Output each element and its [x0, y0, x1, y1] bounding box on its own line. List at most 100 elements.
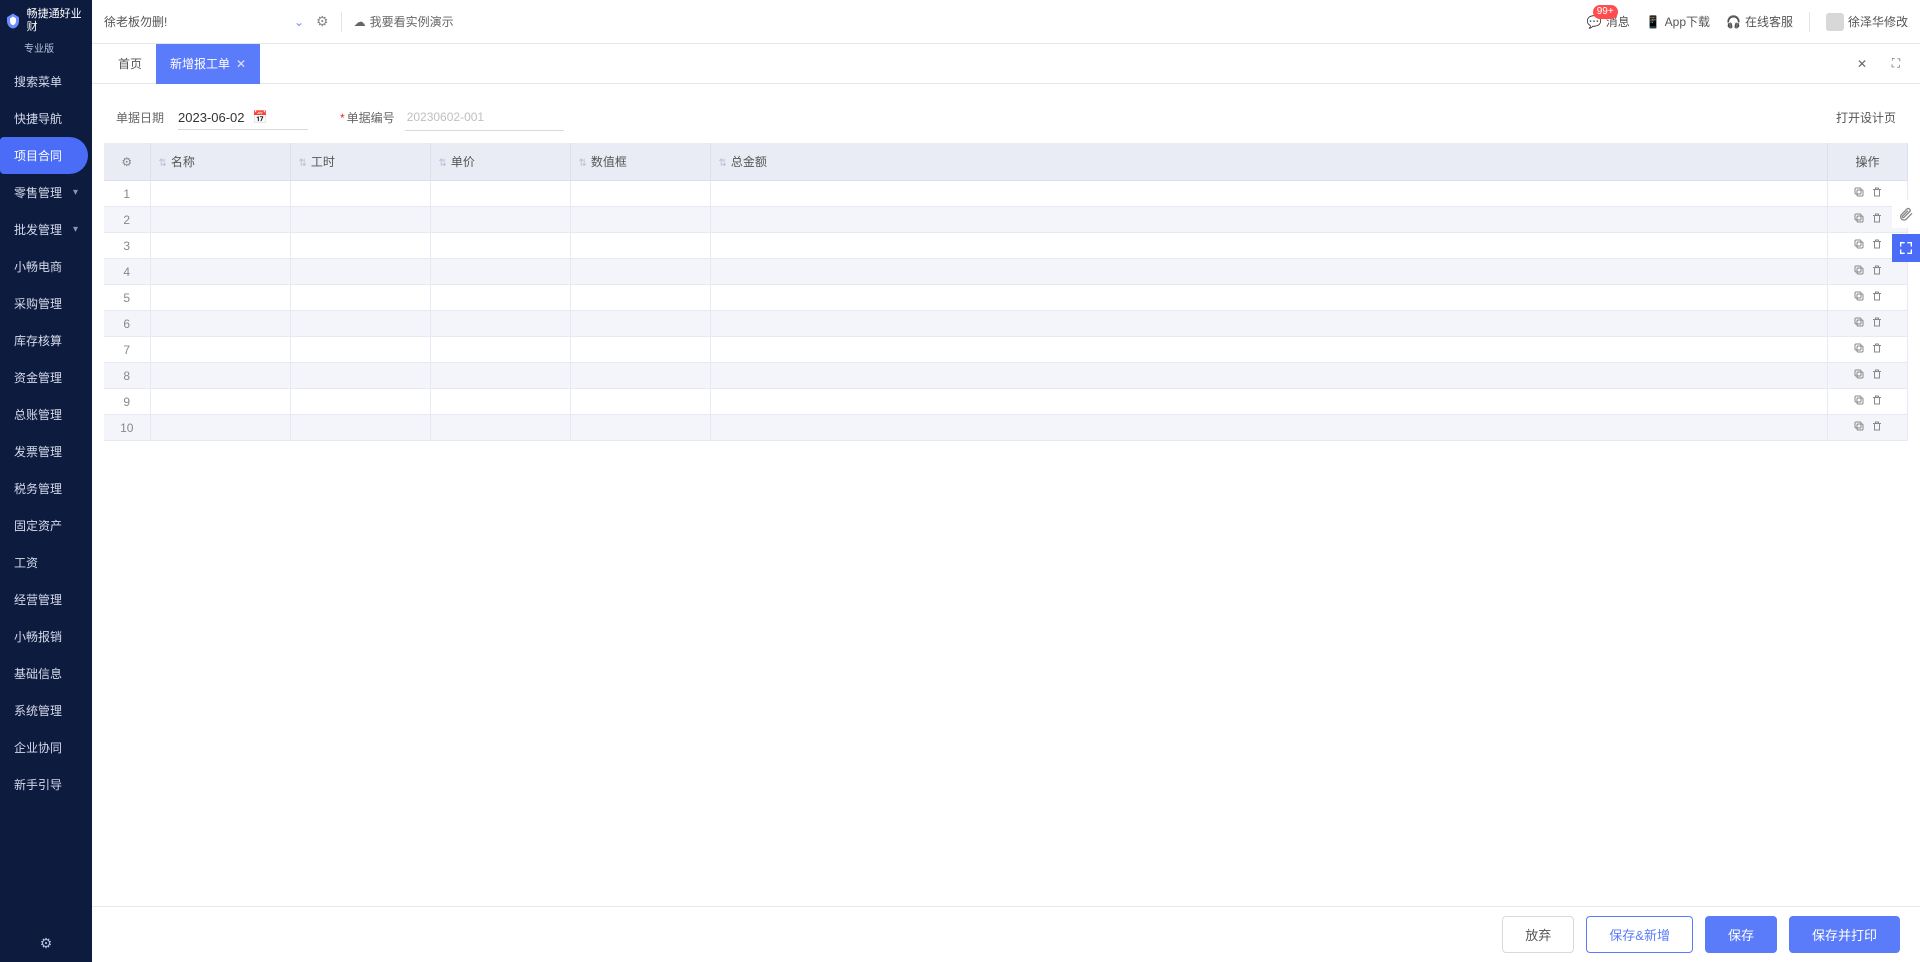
sidebar-item-12[interactable]: 固定资产 — [0, 507, 92, 544]
cell[interactable] — [290, 233, 430, 259]
cell[interactable] — [430, 337, 570, 363]
fullscreen-button[interactable]: ⛶ — [1884, 52, 1908, 76]
sidebar-settings-icon[interactable]: ⚙ — [40, 935, 53, 951]
cell[interactable] — [710, 415, 1828, 441]
cell[interactable] — [710, 207, 1828, 233]
cell[interactable] — [290, 363, 430, 389]
cell[interactable] — [150, 415, 290, 441]
delete-row-icon[interactable] — [1871, 213, 1883, 227]
sidebar-item-15[interactable]: 小畅报销 — [0, 618, 92, 655]
delete-row-icon[interactable] — [1871, 239, 1883, 253]
copy-row-icon[interactable] — [1853, 317, 1865, 331]
copy-row-icon[interactable] — [1853, 369, 1865, 383]
cell[interactable] — [710, 389, 1828, 415]
delete-row-icon[interactable] — [1871, 395, 1883, 409]
cell[interactable] — [570, 207, 710, 233]
table-row[interactable]: 9 — [104, 389, 1908, 415]
tenant-settings-icon[interactable]: ⚙ — [316, 13, 329, 30]
sidebar-item-4[interactable]: 批发管理▾ — [0, 211, 92, 248]
save-and-print-button[interactable]: 保存并打印 — [1789, 916, 1900, 953]
delete-row-icon[interactable] — [1871, 317, 1883, 331]
messages-button[interactable]: 99+ 💬 消息 — [1587, 13, 1630, 30]
table-row[interactable]: 6 — [104, 311, 1908, 337]
cell[interactable] — [290, 285, 430, 311]
tenant-selector[interactable]: 徐老板勿删! ⌄ — [104, 13, 304, 30]
user-menu[interactable]: 徐泽华修改 — [1826, 13, 1908, 31]
sidebar-item-17[interactable]: 系统管理 — [0, 692, 92, 729]
cell[interactable] — [570, 311, 710, 337]
cell[interactable] — [150, 181, 290, 207]
copy-row-icon[interactable] — [1853, 395, 1865, 409]
sidebar-item-10[interactable]: 发票管理 — [0, 433, 92, 470]
cell[interactable] — [150, 285, 290, 311]
open-design-link[interactable]: 打开设计页 — [1836, 109, 1896, 126]
date-input[interactable]: 2023-06-02 📅 — [178, 106, 308, 130]
cell[interactable] — [150, 389, 290, 415]
tab-new-worksheet[interactable]: 新增报工单 ✕ — [156, 44, 260, 84]
cell[interactable] — [430, 363, 570, 389]
delete-row-icon[interactable] — [1871, 265, 1883, 279]
col-num[interactable]: ⇅数值框 — [570, 143, 710, 181]
doc-number-input[interactable] — [405, 104, 564, 131]
cell[interactable] — [570, 363, 710, 389]
cell[interactable] — [710, 233, 1828, 259]
delete-row-icon[interactable] — [1871, 343, 1883, 357]
table-row[interactable]: 3 — [104, 233, 1908, 259]
copy-row-icon[interactable] — [1853, 421, 1865, 435]
table-row[interactable]: 5 — [104, 285, 1908, 311]
delete-row-icon[interactable] — [1871, 291, 1883, 305]
cell[interactable] — [570, 389, 710, 415]
view-demo-link[interactable]: ☁ 我要看实例演示 — [354, 13, 454, 30]
table-row[interactable]: 1 — [104, 181, 1908, 207]
col-total[interactable]: ⇅总金额 — [710, 143, 1828, 181]
cell[interactable] — [710, 259, 1828, 285]
sidebar-item-3[interactable]: 零售管理▾ — [0, 174, 92, 211]
cell[interactable] — [430, 415, 570, 441]
cell[interactable] — [290, 337, 430, 363]
sidebar-item-16[interactable]: 基础信息 — [0, 655, 92, 692]
cell[interactable] — [430, 207, 570, 233]
cell[interactable] — [430, 311, 570, 337]
delete-row-icon[interactable] — [1871, 187, 1883, 201]
cell[interactable] — [570, 233, 710, 259]
cell[interactable] — [290, 389, 430, 415]
table-row[interactable]: 2 — [104, 207, 1908, 233]
sidebar-item-9[interactable]: 总账管理 — [0, 396, 92, 433]
copy-row-icon[interactable] — [1853, 343, 1865, 357]
cell[interactable] — [430, 389, 570, 415]
close-all-tabs-button[interactable]: ✕ — [1850, 52, 1874, 76]
copy-row-icon[interactable] — [1853, 213, 1865, 227]
cell[interactable] — [710, 311, 1828, 337]
col-hours[interactable]: ⇅工时 — [290, 143, 430, 181]
cell[interactable] — [290, 259, 430, 285]
copy-row-icon[interactable] — [1853, 265, 1865, 279]
cell[interactable] — [570, 415, 710, 441]
table-row[interactable]: 10 — [104, 415, 1908, 441]
copy-row-icon[interactable] — [1853, 187, 1865, 201]
sidebar-item-14[interactable]: 经营管理 — [0, 581, 92, 618]
cell[interactable] — [290, 311, 430, 337]
cell[interactable] — [430, 233, 570, 259]
sidebar-item-7[interactable]: 库存核算 — [0, 322, 92, 359]
cell[interactable] — [150, 363, 290, 389]
cell[interactable] — [290, 207, 430, 233]
sidebar-item-19[interactable]: 新手引导 — [0, 766, 92, 803]
expand-button[interactable] — [1892, 234, 1920, 262]
col-price[interactable]: ⇅单价 — [430, 143, 570, 181]
delete-row-icon[interactable] — [1871, 421, 1883, 435]
close-icon[interactable]: ✕ — [236, 57, 246, 71]
sidebar-item-2[interactable]: 项目合同 — [0, 137, 88, 174]
copy-row-icon[interactable] — [1853, 291, 1865, 305]
cell[interactable] — [570, 259, 710, 285]
cell[interactable] — [150, 207, 290, 233]
save-button[interactable]: 保存 — [1705, 916, 1777, 953]
table-settings-icon[interactable]: ⚙ — [121, 155, 132, 169]
cell[interactable] — [430, 181, 570, 207]
sidebar-item-5[interactable]: 小畅电商 — [0, 248, 92, 285]
cell[interactable] — [570, 181, 710, 207]
cell[interactable] — [290, 415, 430, 441]
app-download-button[interactable]: 📱 App下载 — [1646, 13, 1710, 30]
sidebar-item-1[interactable]: 快捷导航 — [0, 100, 92, 137]
cell[interactable] — [290, 181, 430, 207]
cell[interactable] — [430, 259, 570, 285]
